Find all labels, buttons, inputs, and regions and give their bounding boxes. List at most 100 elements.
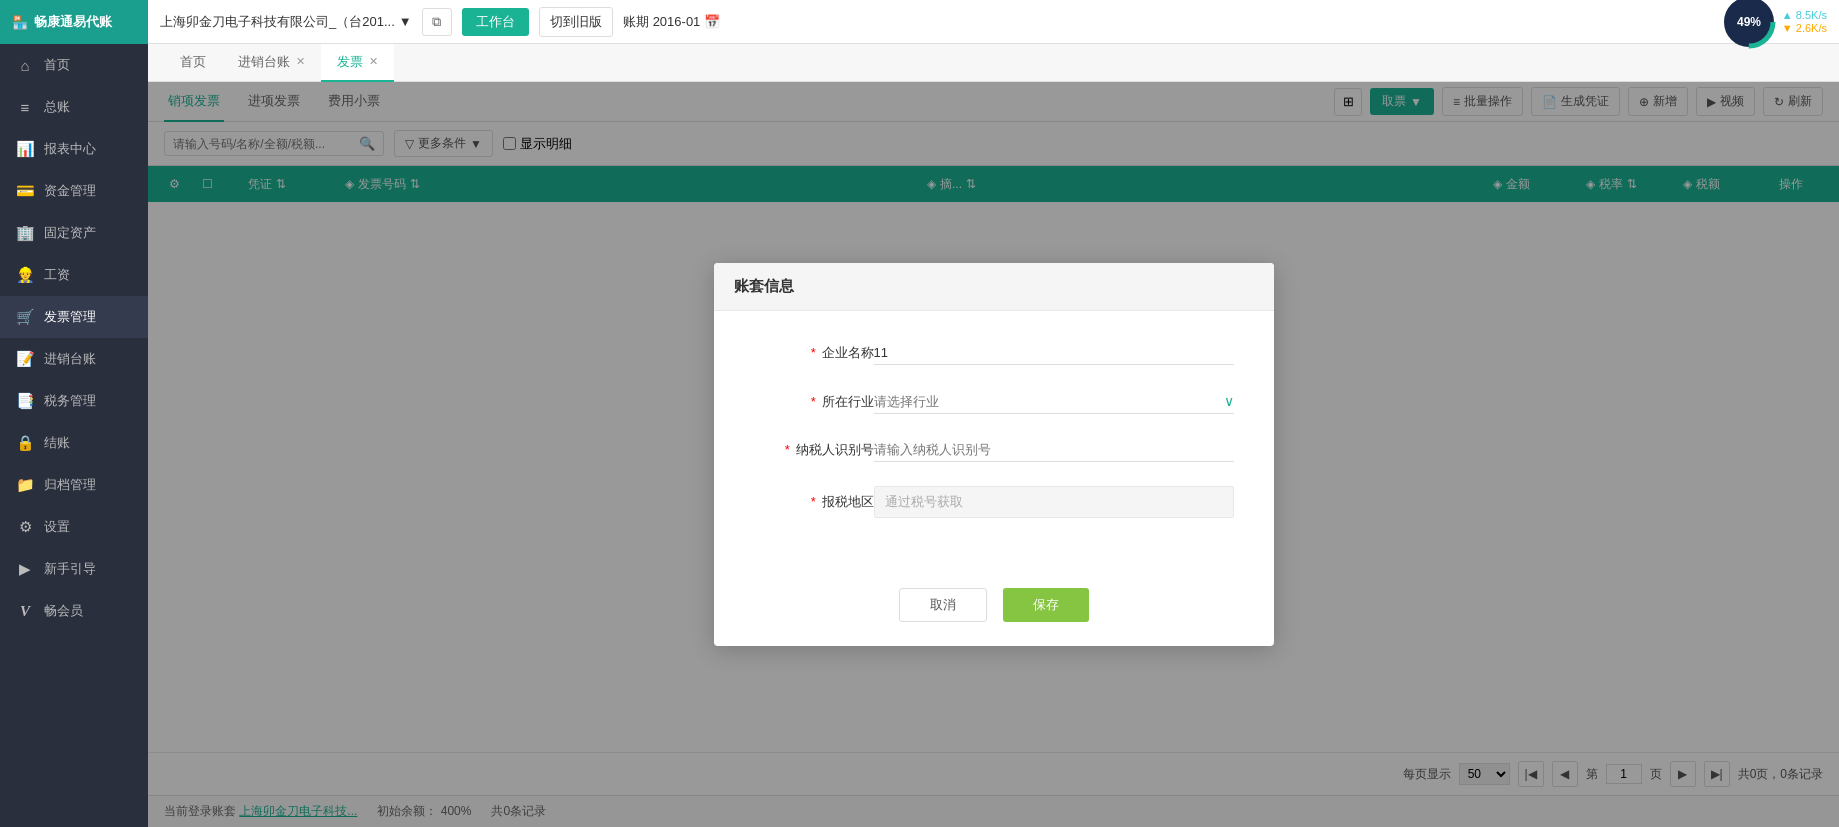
work-bench-button[interactable]: 工作台 (462, 8, 529, 36)
tab-invoice[interactable]: 发票 ✕ (321, 44, 394, 82)
tax-icon: 📑 (16, 392, 34, 410)
company-name-input[interactable] (874, 341, 1234, 365)
tab-home-label: 首页 (180, 53, 206, 71)
tab-home[interactable]: 首页 (164, 44, 222, 82)
sidebar: 🏪 畅康通易代账 ⌂ 首页 ≡ 总账 📊 报表中心 💳 资金管理 🏢 固定资产 … (0, 0, 148, 827)
home-icon: ⌂ (16, 57, 34, 74)
tab-invoice-label: 发票 (337, 53, 363, 71)
sidebar-item-label: 报表中心 (44, 140, 96, 158)
cancel-button[interactable]: 取消 (899, 588, 987, 622)
sidebar-item-archive[interactable]: 📁 归档管理 (0, 464, 148, 506)
period-value: 2016-01 (653, 14, 701, 29)
settings-icon: ⚙ (16, 518, 34, 536)
form-row-company-name: * 企业名称 (754, 341, 1234, 365)
industry-select-wrap[interactable]: ∨ (874, 389, 1234, 414)
content-wrapper: 销项发票 进项发票 费用小票 ⊞ 取票 ▼ ≡ 批量操作 (148, 82, 1839, 827)
sidebar-item-label: 总账 (44, 98, 70, 116)
industry-label: * 所在行业 (754, 393, 874, 411)
sidebar-item-label: 税务管理 (44, 392, 96, 410)
period-label: 账期 (623, 13, 649, 31)
close-account-icon: 🔒 (16, 434, 34, 452)
sidebar-item-label: 归档管理 (44, 476, 96, 494)
modal-footer: 取消 保存 (714, 572, 1274, 646)
company-selector[interactable]: 上海卯金刀电子科技有限公司_（台201... ▼ (160, 13, 412, 31)
topbar-icon-btn[interactable]: ⧉ (422, 8, 452, 36)
account-info-modal: 账套信息 * 企业名称 * 所在行业 (714, 263, 1274, 646)
sidebar-item-label: 新手引导 (44, 560, 96, 578)
sidebar-item-label: 首页 (44, 56, 70, 74)
tab-bar: 首页 进销台账 ✕ 发票 ✕ (148, 44, 1839, 82)
required-star3: * (785, 442, 790, 457)
sidebar-logo: 🏪 畅康通易代账 (0, 0, 148, 44)
sidebar-item-member[interactable]: V 畅会员 (0, 590, 148, 632)
reports-icon: 📊 (16, 140, 34, 158)
ledger-icon: ≡ (16, 99, 34, 116)
required-star2: * (811, 394, 816, 409)
required-star4: * (811, 494, 816, 509)
sidebar-item-label: 进销台账 (44, 350, 96, 368)
sidebar-item-funds[interactable]: 💳 资金管理 (0, 170, 148, 212)
svg-text:49%: 49% (1737, 15, 1761, 29)
sidebar-item-reports[interactable]: 📊 报表中心 (0, 128, 148, 170)
industry-dropdown-arrow: ∨ (1224, 393, 1234, 409)
sidebar-item-label: 资金管理 (44, 182, 96, 200)
funds-icon: 💳 (16, 182, 34, 200)
sidebar-item-ledger[interactable]: ≡ 总账 (0, 86, 148, 128)
speed-info: ▲ 8.5K/s ▼ 2.6K/s (1782, 9, 1827, 34)
topbar: 上海卯金刀电子科技有限公司_（台201... ▼ ⧉ 工作台 切到旧版 账期 2… (148, 0, 1839, 44)
period-display: 账期 2016-01 📅 (623, 13, 721, 31)
modal-overlay: 账套信息 * 企业名称 * 所在行业 (148, 82, 1839, 827)
purchase-sales-icon: 📝 (16, 350, 34, 368)
speed-widget: 49% ▲ 8.5K/s ▼ 2.6K/s (1722, 0, 1827, 49)
sidebar-item-label: 工资 (44, 266, 70, 284)
tax-id-input[interactable] (874, 438, 1234, 462)
tax-region-label: * 报税地区 (754, 493, 874, 511)
sidebar-item-home[interactable]: ⌂ 首页 (0, 44, 148, 86)
tab-purchase-sales[interactable]: 进销台账 ✕ (222, 44, 321, 82)
archive-icon: 📁 (16, 476, 34, 494)
modal-title: 账套信息 (714, 263, 1274, 311)
salary-icon: 👷 (16, 266, 34, 284)
main-content: 上海卯金刀电子科技有限公司_（台201... ▼ ⧉ 工作台 切到旧版 账期 2… (148, 0, 1839, 827)
tab-invoice-close[interactable]: ✕ (369, 55, 378, 68)
form-row-industry: * 所在行业 ∨ (754, 389, 1234, 414)
company-dropdown-arrow: ▼ (399, 14, 412, 29)
sidebar-item-guide[interactable]: ▶ 新手引导 (0, 548, 148, 590)
calendar-icon[interactable]: 📅 (704, 14, 720, 29)
sidebar-item-purchase-sales[interactable]: 📝 进销台账 (0, 338, 148, 380)
sidebar-item-close[interactable]: 🔒 结账 (0, 422, 148, 464)
required-star: * (811, 345, 816, 360)
sidebar-item-label: 固定资产 (44, 224, 96, 242)
tax-id-label: * 纳税人识别号 (754, 441, 874, 459)
company-name-label: * 企业名称 (754, 344, 874, 362)
logo-icon: 🏪 (12, 15, 28, 30)
guide-icon: ▶ (16, 560, 34, 578)
logo-text: 畅康通易代账 (34, 13, 112, 31)
sidebar-item-label: 结账 (44, 434, 70, 452)
form-row-tax-id: * 纳税人识别号 (754, 438, 1234, 462)
sidebar-item-invoice[interactable]: 🛒 发票管理 (0, 296, 148, 338)
sidebar-item-label: 设置 (44, 518, 70, 536)
sidebar-item-label: 发票管理 (44, 308, 96, 326)
sidebar-item-salary[interactable]: 👷 工资 (0, 254, 148, 296)
modal-body: * 企业名称 * 所在行业 ∨ (714, 311, 1274, 572)
tab-purchase-sales-label: 进销台账 (238, 53, 290, 71)
upload-speed: ▲ 8.5K/s (1782, 9, 1827, 21)
copy-icon: ⧉ (432, 14, 441, 30)
switch-old-button[interactable]: 切到旧版 (539, 7, 613, 37)
sidebar-item-fixed-assets[interactable]: 🏢 固定资产 (0, 212, 148, 254)
fixed-assets-icon: 🏢 (16, 224, 34, 242)
tab-purchase-sales-close[interactable]: ✕ (296, 55, 305, 68)
industry-input[interactable] (874, 394, 1224, 409)
sidebar-item-tax[interactable]: 📑 税务管理 (0, 380, 148, 422)
member-icon: V (16, 603, 34, 620)
save-button[interactable]: 保存 (1003, 588, 1089, 622)
sidebar-item-label: 畅会员 (44, 602, 83, 620)
tax-region-disabled: 通过税号获取 (874, 486, 1234, 518)
speed-circle: 49% (1722, 0, 1776, 49)
sidebar-item-settings[interactable]: ⚙ 设置 (0, 506, 148, 548)
form-row-tax-region: * 报税地区 通过税号获取 (754, 486, 1234, 518)
invoice-icon: 🛒 (16, 308, 34, 326)
company-name: 上海卯金刀电子科技有限公司_（台201... (160, 13, 395, 31)
download-speed: ▼ 2.6K/s (1782, 22, 1827, 34)
